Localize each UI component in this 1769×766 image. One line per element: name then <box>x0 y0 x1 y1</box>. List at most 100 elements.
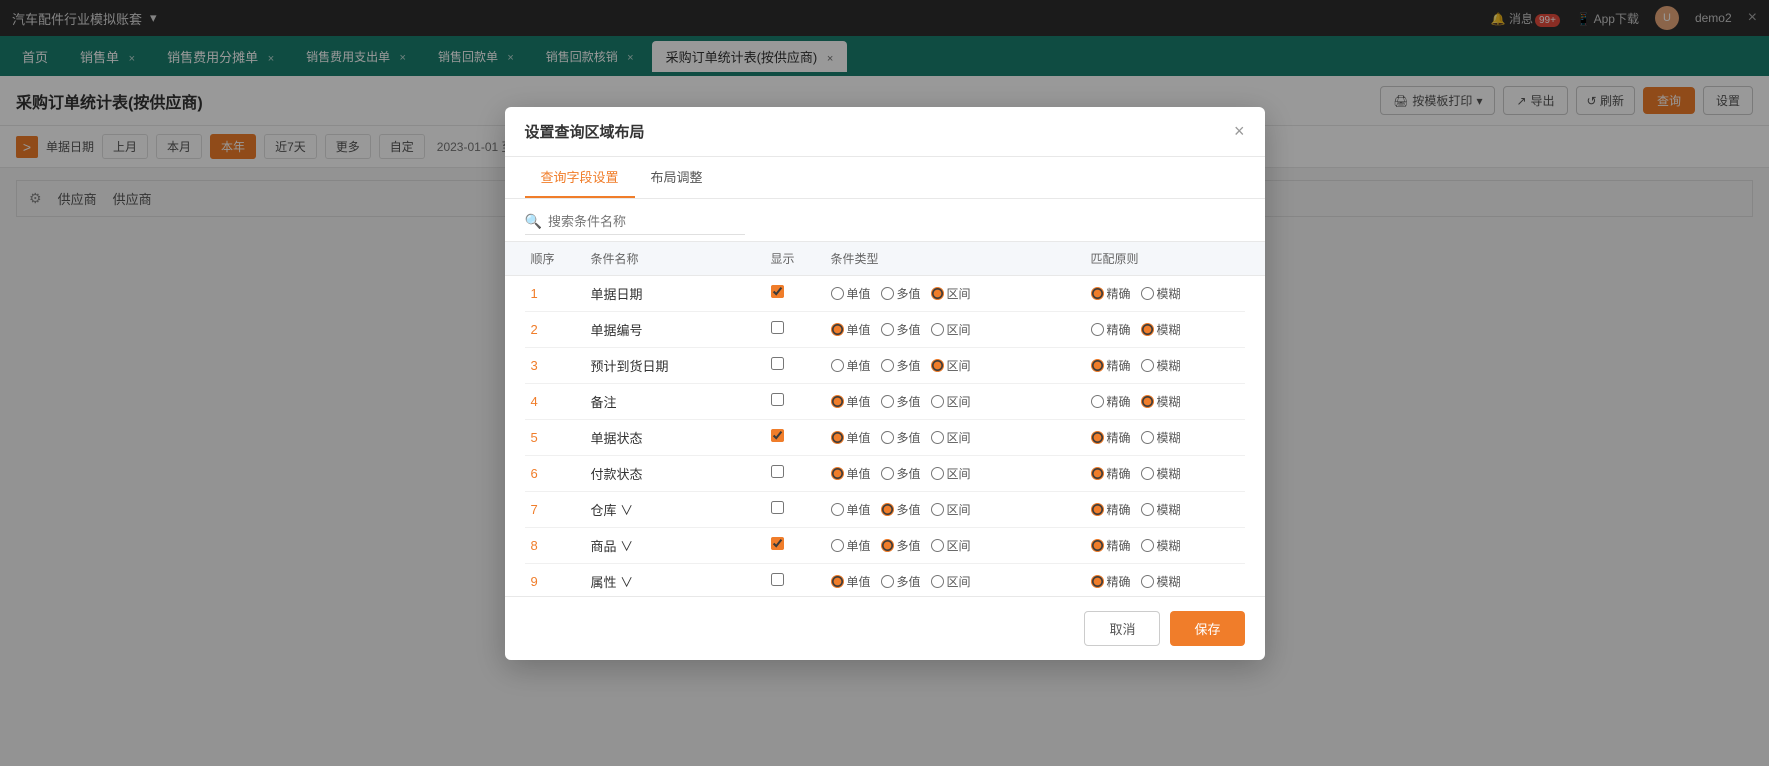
radio-range-3[interactable] <box>931 395 944 408</box>
radio-range-7[interactable] <box>931 539 944 552</box>
radio-multi-2[interactable] <box>881 359 894 372</box>
cell-display[interactable] <box>765 421 825 453</box>
cell-type[interactable]: 单值 多值 区间 <box>825 457 1085 490</box>
display-checkbox[interactable] <box>771 321 784 334</box>
radio-range-5[interactable] <box>931 467 944 480</box>
cell-order: 8 <box>525 530 585 561</box>
radio-range-1[interactable] <box>931 323 944 336</box>
cell-match[interactable]: 精确 模糊 <box>1085 385 1265 418</box>
radio-fuzzy-1[interactable] <box>1141 323 1154 336</box>
cell-match[interactable]: 精确 模糊 <box>1085 313 1265 346</box>
search-input[interactable] <box>548 214 728 229</box>
radio-exact-5[interactable] <box>1091 467 1104 480</box>
cell-order: 5 <box>525 422 585 453</box>
cell-match[interactable]: 精确 模糊 <box>1085 277 1265 310</box>
radio-exact-4[interactable] <box>1091 431 1104 444</box>
radio-range-4[interactable] <box>931 431 944 444</box>
radio-single-3[interactable] <box>831 395 844 408</box>
radio-exact-0[interactable] <box>1091 287 1104 300</box>
radio-range-6[interactable] <box>931 503 944 516</box>
display-checkbox[interactable] <box>771 429 784 442</box>
radio-single-2[interactable] <box>831 359 844 372</box>
radio-fuzzy-6[interactable] <box>1141 503 1154 516</box>
cell-type[interactable]: 单值 多值 区间 <box>825 529 1085 562</box>
cell-type[interactable]: 单值 多值 区间 <box>825 421 1085 454</box>
radio-range-2[interactable] <box>931 359 944 372</box>
radio-multi-0[interactable] <box>881 287 894 300</box>
tab-layout-adjust[interactable]: 布局调整 <box>635 157 719 198</box>
radio-fuzzy-8[interactable] <box>1141 575 1154 588</box>
radio-exact-3[interactable] <box>1091 395 1104 408</box>
cell-display[interactable] <box>765 529 825 561</box>
cell-name: 备注 <box>585 384 765 419</box>
radio-single-6[interactable] <box>831 503 844 516</box>
cell-type[interactable]: 单值 多值 区间 <box>825 385 1085 418</box>
cell-match[interactable]: 精确 模糊 <box>1085 565 1265 596</box>
radio-exact-8[interactable] <box>1091 575 1104 588</box>
display-checkbox[interactable] <box>771 393 784 406</box>
cell-display[interactable] <box>765 349 825 381</box>
cell-match[interactable]: 精确 模糊 <box>1085 349 1265 382</box>
cell-display[interactable] <box>765 277 825 309</box>
radio-range-8[interactable] <box>931 575 944 588</box>
radio-fuzzy-0[interactable] <box>1141 287 1154 300</box>
display-checkbox[interactable] <box>771 285 784 298</box>
radio-single-8[interactable] <box>831 575 844 588</box>
radio-exact-6[interactable] <box>1091 503 1104 516</box>
radio-multi-6[interactable] <box>881 503 894 516</box>
radio-exact-2[interactable] <box>1091 359 1104 372</box>
cell-display[interactable] <box>765 493 825 525</box>
cell-order: 7 <box>525 494 585 525</box>
radio-exact-7[interactable] <box>1091 539 1104 552</box>
cancel-button[interactable]: 取消 <box>1084 611 1160 646</box>
radio-single-4[interactable] <box>831 431 844 444</box>
cell-type[interactable]: 单值 多值 区间 <box>825 277 1085 310</box>
radio-single-0[interactable] <box>831 287 844 300</box>
cell-match[interactable]: 精确 模糊 <box>1085 457 1265 490</box>
radio-single-7[interactable] <box>831 539 844 552</box>
cell-display[interactable] <box>765 457 825 489</box>
radio-multi-4[interactable] <box>881 431 894 444</box>
display-checkbox[interactable] <box>771 501 784 514</box>
cell-display[interactable] <box>765 385 825 417</box>
radio-single-5[interactable] <box>831 467 844 480</box>
radio-fuzzy-4[interactable] <box>1141 431 1154 444</box>
display-checkbox[interactable] <box>771 465 784 478</box>
radio-range-0[interactable] <box>931 287 944 300</box>
radio-multi-7[interactable] <box>881 539 894 552</box>
cell-display[interactable] <box>765 565 825 596</box>
dialog-search-area: 🔍 <box>505 199 1265 241</box>
cell-type[interactable]: 单值 多值 区间 <box>825 565 1085 596</box>
cell-name: 单据编号 <box>585 312 765 347</box>
cell-type[interactable]: 单值 多值 区间 <box>825 493 1085 526</box>
radio-multi-1[interactable] <box>881 323 894 336</box>
radio-multi-3[interactable] <box>881 395 894 408</box>
radio-exact-1[interactable] <box>1091 323 1104 336</box>
radio-fuzzy-5[interactable] <box>1141 467 1154 480</box>
col-header-match: 匹配原则 <box>1085 242 1265 275</box>
cell-order: 9 <box>525 566 585 596</box>
cell-match[interactable]: 精确 模糊 <box>1085 493 1265 526</box>
settings-dialog: 设置查询区域布局 × 查询字段设置 布局调整 🔍 顺序 条件名称 显示 <box>505 107 1265 660</box>
save-button[interactable]: 保存 <box>1170 611 1244 646</box>
display-checkbox[interactable] <box>771 357 784 370</box>
cell-type[interactable]: 单值 多值 区间 <box>825 349 1085 382</box>
radio-fuzzy-7[interactable] <box>1141 539 1154 552</box>
cell-type[interactable]: 单值 多值 区间 <box>825 313 1085 346</box>
cell-name: 单据日期 <box>585 276 765 311</box>
radio-fuzzy-3[interactable] <box>1141 395 1154 408</box>
table-row: 8商品 ∨ 单值 多值 区间 精确 模糊 <box>525 528 1245 564</box>
tab-query-fields[interactable]: 查询字段设置 <box>525 157 635 198</box>
dialog-close-button[interactable]: × <box>1234 122 1245 140</box>
radio-multi-5[interactable] <box>881 467 894 480</box>
radio-single-1[interactable] <box>831 323 844 336</box>
cell-match[interactable]: 精确 模糊 <box>1085 529 1265 562</box>
cell-name: 商品 ∨ <box>585 528 765 563</box>
radio-fuzzy-2[interactable] <box>1141 359 1154 372</box>
display-checkbox[interactable] <box>771 573 784 586</box>
radio-multi-8[interactable] <box>881 575 894 588</box>
display-checkbox[interactable] <box>771 537 784 550</box>
cell-match[interactable]: 精确 模糊 <box>1085 421 1265 454</box>
cell-display[interactable] <box>765 313 825 345</box>
table-row: 6付款状态 单值 多值 区间 精确 模糊 <box>525 456 1245 492</box>
